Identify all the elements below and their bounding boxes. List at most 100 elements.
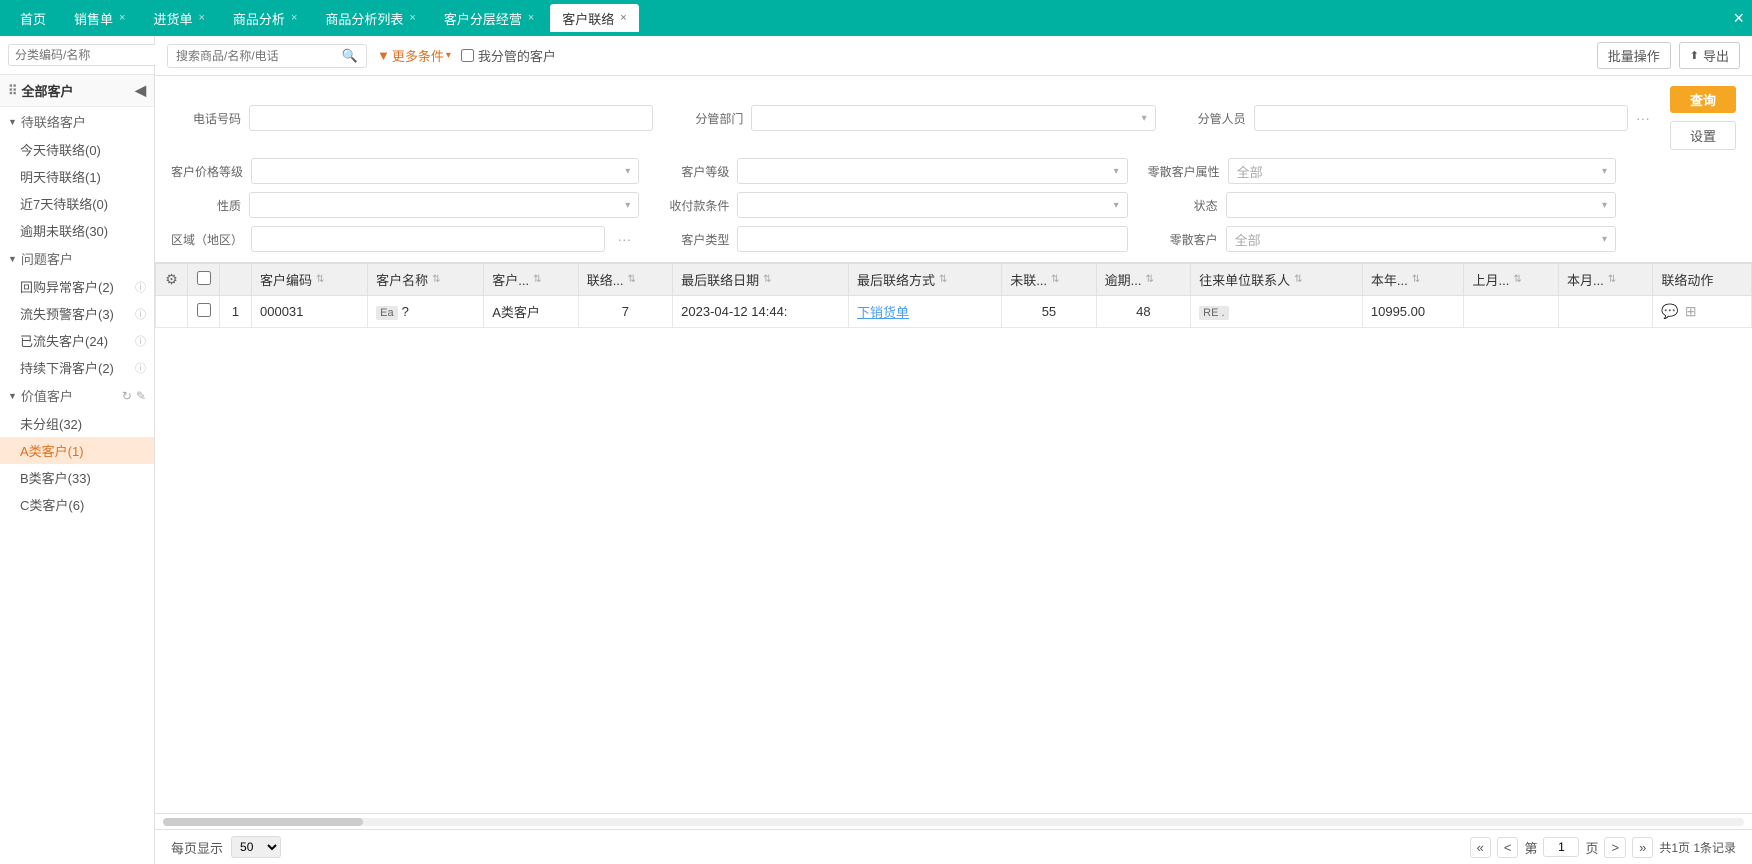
refresh-icon[interactable]: ↻ <box>122 389 132 403</box>
prev-page-button[interactable]: < <box>1497 837 1519 858</box>
sidebar-item-near7[interactable]: 近7天待联络(0) <box>0 190 154 217</box>
sort-unit-contact-icon[interactable]: ⇅ <box>1294 274 1302 285</box>
scatter-attr-select[interactable]: 全部 ▾ <box>1228 158 1616 184</box>
sidebar-item-repeat-low[interactable]: 持续下滑客户(2) ⓘ <box>0 354 154 381</box>
sidebar-item-overdue[interactable]: 逾期未联络(30) <box>0 217 154 244</box>
price-level-select[interactable]: ▾ <box>251 158 639 184</box>
query-button[interactable]: 查询 <box>1670 86 1736 113</box>
horizontal-scrollbar[interactable] <box>155 813 1752 829</box>
sort-code-icon[interactable]: ⇅ <box>316 274 324 285</box>
filter-search-input[interactable] <box>176 49 338 63</box>
close-goods-list-icon[interactable]: × <box>409 12 415 24</box>
close-segment-icon[interactable]: × <box>528 12 534 24</box>
tab-goods-analysis[interactable]: 商品分析 × <box>221 4 309 32</box>
sidebar-item-class-b[interactable]: B类客户(33) <box>0 464 154 491</box>
page-label: 第 <box>1524 838 1537 857</box>
last-page-button[interactable]: » <box>1632 837 1653 858</box>
col-last-date-header: 最后联络日期 ⇅ <box>673 264 849 296</box>
sort-this-month-icon[interactable]: ⇅ <box>1608 274 1616 285</box>
filter-search-box: 🔍 <box>167 44 367 68</box>
sort-type-icon[interactable]: ⇅ <box>533 274 541 285</box>
close-all-button[interactable]: × <box>1733 8 1744 29</box>
row-idx-cell: 1 <box>220 296 252 328</box>
select-all-checkbox[interactable] <box>197 271 211 285</box>
sort-overdue-icon[interactable]: ⇅ <box>1146 274 1154 285</box>
content-area: 🔍 ▼ 更多条件 ▾ 我分管的客户 批量操作 ⬆ 导出 <box>155 36 1752 864</box>
sidebar-item-repeat-abnormal[interactable]: 回购异常客户(2) ⓘ <box>0 273 154 300</box>
pending-contact-group[interactable]: ▼ 待联络客户 <box>0 107 154 136</box>
chat-action-icon[interactable]: 💬 <box>1661 303 1678 320</box>
all-customers-header[interactable]: ⠿ 全部客户 ◀ <box>0 75 154 107</box>
region-dots-icon[interactable]: ··· <box>617 231 631 247</box>
tab-customer-contact[interactable]: 客户联络 × <box>550 4 638 32</box>
scatter-customer-select[interactable]: 全部 ▾ <box>1226 226 1616 252</box>
more-filters-button[interactable]: ▼ 更多条件 ▾ <box>377 46 451 65</box>
manager-input[interactable] <box>1254 105 1628 131</box>
row-action-cell: 💬 ⊞ <box>1653 296 1752 328</box>
customer-level-select[interactable]: ▾ <box>737 158 1127 184</box>
batch-operation-button[interactable]: 批量操作 <box>1597 42 1671 69</box>
problem-customers-group[interactable]: ▼ 问题客户 <box>0 244 154 273</box>
tab-customer-segment[interactable]: 客户分层经营 × <box>432 4 546 32</box>
customer-type-input[interactable] <box>737 226 1127 252</box>
my-customers-check[interactable] <box>461 49 474 62</box>
row-checkbox[interactable] <box>197 303 211 317</box>
col-type-header: 客户... ⇅ <box>484 264 578 296</box>
col-settings[interactable]: ⚙ <box>156 264 188 296</box>
next-page-button[interactable]: > <box>1604 837 1626 858</box>
region-input[interactable] <box>251 226 605 252</box>
sort-last-way-icon[interactable]: ⇅ <box>939 274 947 285</box>
page-size-select[interactable]: 50 <box>231 836 281 858</box>
sort-current-year-icon[interactable]: ⇅ <box>1412 274 1420 285</box>
sidebar-collapse-button[interactable]: ◀ <box>135 82 146 99</box>
nature-select[interactable]: ▾ <box>249 192 639 218</box>
sort-last-month-icon[interactable]: ⇅ <box>1513 274 1521 285</box>
status-select[interactable]: ▾ <box>1226 192 1616 218</box>
sidebar-search-input[interactable] <box>8 44 177 66</box>
col-this-month-header: 本月... ⇅ <box>1558 264 1652 296</box>
close-purchase-icon[interactable]: × <box>198 12 204 24</box>
sidebar-item-lost-pre[interactable]: 流失预警客户(3) ⓘ <box>0 300 154 327</box>
tab-sales[interactable]: 销售单 × <box>62 4 137 32</box>
grid-action-icon[interactable]: ⊞ <box>1685 303 1697 320</box>
phone-input[interactable] <box>249 105 653 131</box>
setting-button[interactable]: 设置 <box>1670 121 1736 150</box>
filter-dept: 分管部门 ▾ <box>673 105 1155 131</box>
page-number-input[interactable] <box>1543 837 1579 857</box>
tab-goods-analysis-list[interactable]: 商品分析列表 × <box>313 4 427 32</box>
sidebar-item-lost[interactable]: 已流失客户(24) ⓘ <box>0 327 154 354</box>
payment-select[interactable]: ▾ <box>737 192 1127 218</box>
sort-contact-icon[interactable]: ⇅ <box>628 274 636 285</box>
filter-search-icon[interactable]: 🔍 <box>342 48 358 64</box>
close-sales-icon[interactable]: × <box>119 12 125 24</box>
row-last-way-cell[interactable]: 下销货单 <box>848 296 1001 328</box>
dept-select[interactable]: ▾ <box>751 105 1155 131</box>
value-customers-group[interactable]: ▼ 价值客户 ↻ ✎ <box>0 381 154 410</box>
scrollbar-thumb[interactable] <box>163 818 363 826</box>
export-icon: ⬆ <box>1690 49 1699 62</box>
sort-name-icon[interactable]: ⇅ <box>432 274 440 285</box>
tab-purchase[interactable]: 进货单 × <box>141 4 216 32</box>
filter-price-level: 客户价格等级 ▾ <box>171 158 639 184</box>
close-goods-analysis-icon[interactable]: × <box>291 12 297 24</box>
sidebar-item-class-a[interactable]: A类客户(1) <box>0 437 154 464</box>
nature-label: 性质 <box>171 197 241 214</box>
sidebar-item-today[interactable]: 今天待联络(0) <box>0 136 154 163</box>
sort-uncontact-icon[interactable]: ⇅ <box>1051 274 1059 285</box>
sidebar-item-tomorrow[interactable]: 明天待联络(1) <box>0 163 154 190</box>
edit-icon[interactable]: ✎ <box>136 389 146 403</box>
export-button[interactable]: ⬆ 导出 <box>1679 42 1740 69</box>
tab-home[interactable]: 首页 <box>8 4 58 32</box>
close-contact-icon[interactable]: × <box>620 12 626 24</box>
row-current-year-cell: 10995.00 <box>1362 296 1464 328</box>
expand-icon2: ▼ <box>8 254 17 264</box>
filter-scatter-customer: 零散客户 全部 ▾ <box>1148 226 1616 252</box>
manager-dots-icon[interactable]: ··· <box>1636 110 1650 126</box>
table-settings-icon[interactable]: ⚙ <box>165 271 178 287</box>
sidebar-item-class-c[interactable]: C类客户(6) <box>0 491 154 518</box>
my-customers-checkbox[interactable]: 我分管的客户 <box>461 46 556 65</box>
sort-last-date-icon[interactable]: ⇅ <box>763 274 771 285</box>
sidebar-item-unsorted[interactable]: 未分组(32) <box>0 410 154 437</box>
first-page-button[interactable]: « <box>1470 837 1491 858</box>
last-contact-way-link[interactable]: 下销货单 <box>857 305 909 320</box>
